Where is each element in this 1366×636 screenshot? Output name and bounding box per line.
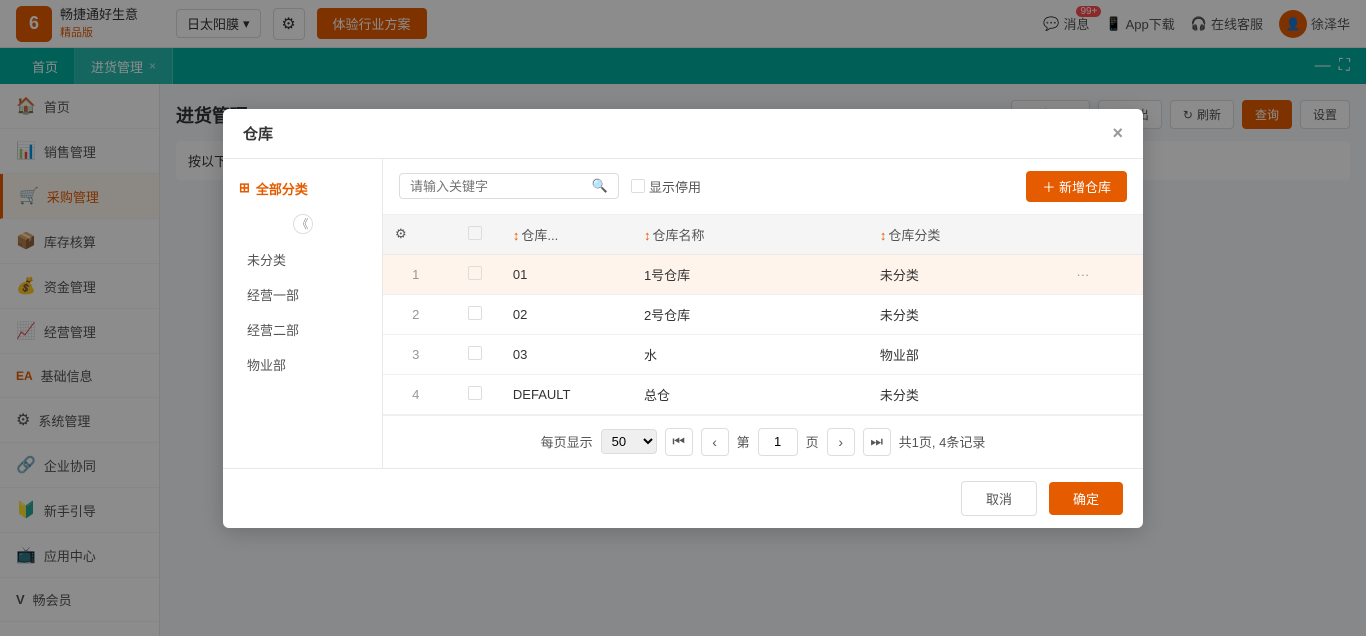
page-next-button[interactable]: › — [827, 428, 855, 456]
select-all-checkbox[interactable] — [468, 226, 482, 240]
modal-overlay: 仓库 × ⊞ 全部分类 《 未分类 经营一部 经营二部 物业部 — [0, 0, 1366, 636]
row-2-checkbox[interactable] — [449, 294, 501, 334]
row-2-category: 未分类 — [868, 294, 1065, 334]
modal-sidebar-item-2[interactable]: 经营二部 — [223, 312, 382, 347]
page-prev-button[interactable]: ‹ — [701, 428, 729, 456]
page-last-button[interactable]: ⏭ — [863, 428, 891, 456]
modal-sidebar: ⊞ 全部分类 《 未分类 经营一部 经营二部 物业部 — [223, 159, 383, 468]
page-label: 页 — [806, 432, 819, 451]
row-3-select[interactable] — [468, 346, 482, 360]
modal-body: ⊞ 全部分类 《 未分类 经营一部 经营二部 物业部 🔍 — [223, 159, 1143, 468]
row-1-category: 未分类 — [868, 254, 1065, 294]
page-first-button[interactable]: ⏮ — [665, 428, 693, 456]
modal-header: 仓库 × — [223, 109, 1143, 159]
col-header-category: ↕仓库分类 — [868, 215, 1065, 255]
sort-code-icon: ↕ — [513, 228, 520, 243]
modal-main: 🔍 显示停用 ＋ 新增仓库 ⚙ — [383, 159, 1143, 468]
modal-close-button[interactable]: × — [1112, 123, 1123, 144]
table-row[interactable]: 4 DEFAULT 总仓 未分类 — [383, 374, 1143, 414]
page-number-input[interactable] — [758, 428, 798, 456]
row-3-actions — [1064, 334, 1143, 374]
search-box: 🔍 — [399, 173, 619, 199]
row-1-actions: ··· — [1064, 254, 1143, 294]
warehouse-table: ⚙ ↕仓库... ↕仓库名称 — [383, 215, 1143, 415]
table-row[interactable]: 2 02 2号仓库 未分类 — [383, 294, 1143, 334]
row-1-checkbox[interactable] — [449, 254, 501, 294]
row-3-checkbox[interactable] — [449, 334, 501, 374]
row-2-num: 2 — [383, 294, 449, 334]
show-disabled-label: 显示停用 — [649, 177, 701, 196]
row-2-actions — [1064, 294, 1143, 334]
row-4-select[interactable] — [468, 386, 482, 400]
row-3-name: 水 — [632, 334, 868, 374]
row-4-num: 4 — [383, 374, 449, 414]
row-2-select[interactable] — [468, 306, 482, 320]
show-disabled-checkbox[interactable] — [631, 179, 645, 193]
col-header-actions — [1064, 215, 1143, 255]
row-1-select[interactable] — [468, 266, 482, 280]
row-1-code: 01 — [501, 254, 632, 294]
modal-sidebar-item-3[interactable]: 物业部 — [223, 347, 382, 382]
row-4-actions — [1064, 374, 1143, 414]
row-1-num: 1 — [383, 254, 449, 294]
search-input[interactable] — [410, 179, 586, 194]
modal-toolbar: 🔍 显示停用 ＋ 新增仓库 — [383, 159, 1143, 215]
sidebar-collapse-button[interactable]: 《 — [293, 214, 313, 234]
table-row[interactable]: 3 03 水 物业部 — [383, 334, 1143, 374]
cancel-button[interactable]: 取消 — [961, 481, 1037, 516]
search-icon: 🔍 — [592, 178, 608, 194]
row-2-code: 02 — [501, 294, 632, 334]
col-header-name: ↕仓库名称 — [632, 215, 868, 255]
row-3-code: 03 — [501, 334, 632, 374]
modal-sidebar-header[interactable]: ⊞ 全部分类 — [223, 171, 382, 206]
warehouse-modal: 仓库 × ⊞ 全部分类 《 未分类 经营一部 经营二部 物业部 — [223, 109, 1143, 528]
row-4-name: 总仓 — [632, 374, 868, 414]
modal-footer: 取消 确定 — [223, 468, 1143, 528]
sort-name-icon: ↕ — [644, 228, 651, 243]
show-disabled-toggle[interactable]: 显示停用 — [631, 177, 701, 196]
sort-cat-icon: ↕ — [880, 228, 887, 243]
page-section-label: 第 — [737, 432, 750, 451]
add-warehouse-button[interactable]: ＋ 新增仓库 — [1026, 171, 1127, 202]
row-4-category: 未分类 — [868, 374, 1065, 414]
col-header-num: ⚙ — [383, 215, 449, 255]
total-label: 共1页, 4条记录 — [899, 432, 986, 451]
confirm-button[interactable]: 确定 — [1049, 482, 1123, 515]
row-1-action-btn[interactable]: ··· — [1076, 267, 1089, 282]
table-row[interactable]: 1 01 1号仓库 未分类 ··· — [383, 254, 1143, 294]
col-header-code: ↕仓库... — [501, 215, 632, 255]
col-header-checkbox[interactable] — [449, 215, 501, 255]
settings-col-icon: ⚙ — [395, 226, 407, 241]
row-3-num: 3 — [383, 334, 449, 374]
row-1-name: 1号仓库 — [632, 254, 868, 294]
row-4-code: DEFAULT — [501, 374, 632, 414]
row-2-name: 2号仓库 — [632, 294, 868, 334]
row-3-category: 物业部 — [868, 334, 1065, 374]
grid-icon: ⊞ — [239, 180, 250, 196]
page-size-label: 每页显示 — [541, 432, 593, 451]
modal-title: 仓库 — [243, 123, 273, 144]
table-header-row: ⚙ ↕仓库... ↕仓库名称 — [383, 215, 1143, 255]
modal-sidebar-item-1[interactable]: 经营一部 — [223, 277, 382, 312]
pagination: 每页显示 50 100 ⏮ ‹ 第 页 › ⏭ 共1页, 4条记录 — [383, 415, 1143, 468]
page-size-select[interactable]: 50 100 — [601, 429, 657, 454]
modal-sidebar-title: 全部分类 — [256, 179, 308, 198]
modal-sidebar-item-0[interactable]: 未分类 — [223, 242, 382, 277]
row-4-checkbox[interactable] — [449, 374, 501, 414]
